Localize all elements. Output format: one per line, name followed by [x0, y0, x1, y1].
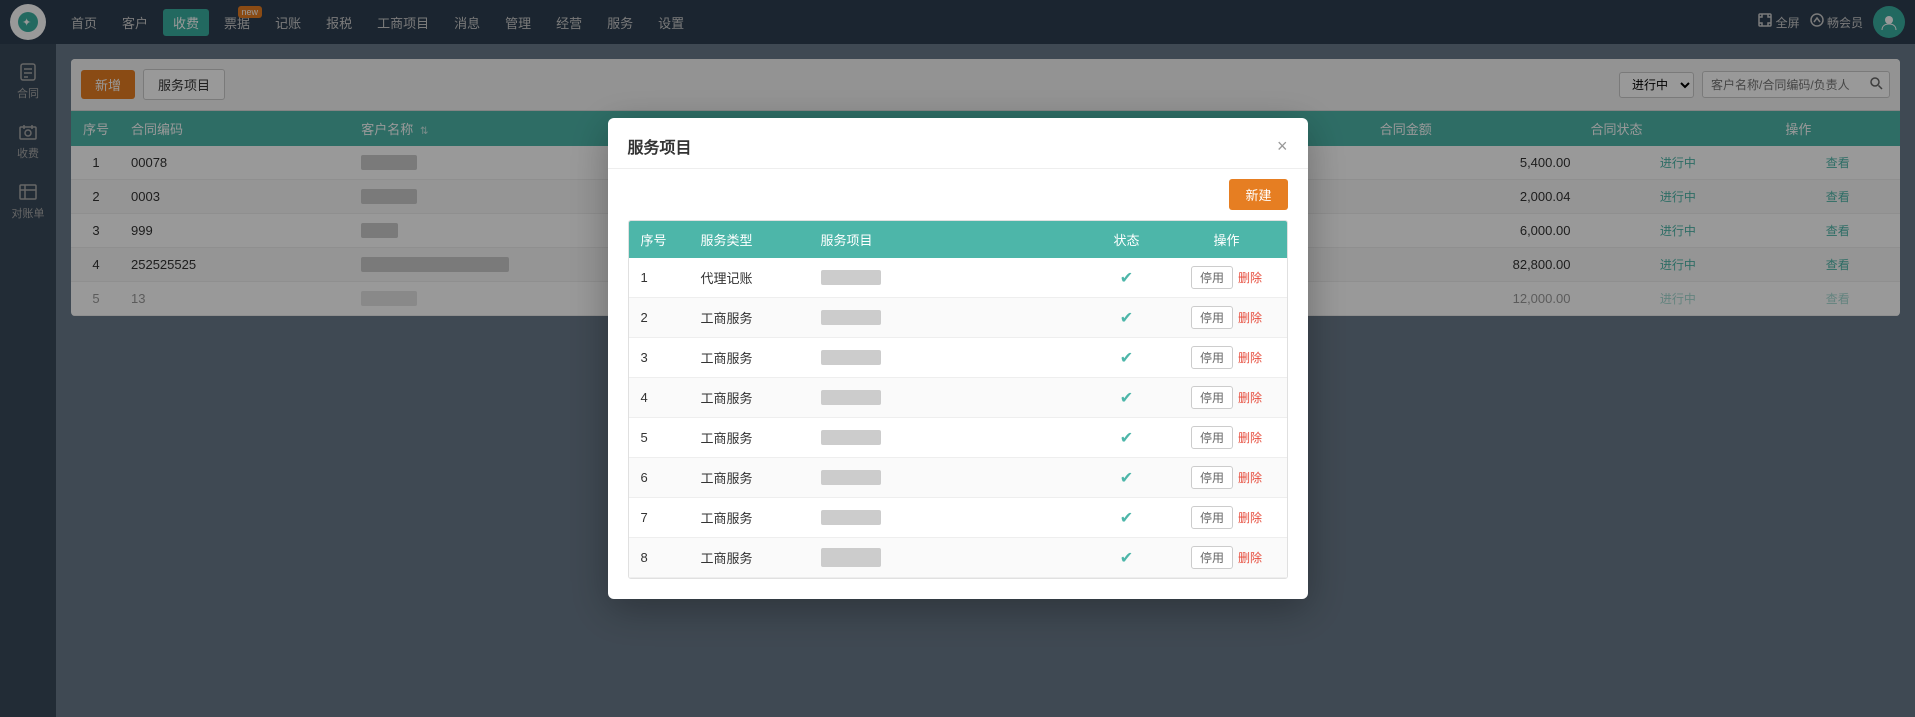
modal-table-row: 5 工商服务 ██ ✔ 停用删除: [629, 418, 1287, 458]
modal-cell-status: ✔: [1087, 298, 1167, 338]
modal-cell-status: ✔: [1087, 258, 1167, 298]
stop-button[interactable]: 停用: [1191, 266, 1233, 289]
delete-button[interactable]: 删除: [1238, 429, 1262, 446]
status-check-icon: ✔: [1120, 470, 1133, 487]
modal-cell-item: ██: [809, 418, 1087, 458]
modal-new-button[interactable]: 新建: [1229, 179, 1287, 210]
modal-cell-action: 停用删除: [1167, 298, 1287, 338]
modal-cell-status: ✔: [1087, 458, 1167, 498]
modal-cell-action: 停用删除: [1167, 538, 1287, 578]
status-check-icon: ✔: [1120, 350, 1133, 367]
modal-cell-action: 停用删除: [1167, 338, 1287, 378]
modal-cell-item: ██: [809, 378, 1087, 418]
modal-table-row: 8 工商服务 ██注册 ✔ 停用删除: [629, 538, 1287, 578]
delete-button[interactable]: 删除: [1238, 389, 1262, 406]
status-check-icon: ✔: [1120, 550, 1133, 567]
modal-cell-item: ███: [809, 298, 1087, 338]
modal-col-item: 服务项目: [809, 221, 1087, 258]
modal-cell-item: ██: [809, 498, 1087, 538]
stop-button[interactable]: 停用: [1191, 306, 1233, 329]
modal-overlay[interactable]: 服务项目 × 新建 序号 服务类型 服务项目 状态 操作: [0, 0, 1915, 717]
modal-table: 序号 服务类型 服务项目 状态 操作 1 代理记账 ██1 ✔ 停用删除 2 工…: [629, 221, 1287, 578]
modal-col-seq: 序号: [629, 221, 689, 258]
modal-cell-seq: 2: [629, 298, 689, 338]
modal-table-row: 7 工商服务 ██ ✔ 停用删除: [629, 498, 1287, 538]
modal-toolbar: 新建: [608, 169, 1308, 220]
modal-col-action: 操作: [1167, 221, 1287, 258]
modal-cell-type: 代理记账: [689, 258, 809, 298]
modal-cell-seq: 5: [629, 418, 689, 458]
modal-cell-action: 停用删除: [1167, 498, 1287, 538]
modal-cell-status: ✔: [1087, 498, 1167, 538]
modal-cell-seq: 1: [629, 258, 689, 298]
modal-cell-type: 工商服务: [689, 418, 809, 458]
delete-button[interactable]: 删除: [1238, 469, 1262, 486]
modal-cell-type: 工商服务: [689, 298, 809, 338]
status-check-icon: ✔: [1120, 390, 1133, 407]
stop-button[interactable]: 停用: [1191, 346, 1233, 369]
modal-cell-action: 停用删除: [1167, 258, 1287, 298]
modal-cell-item: ███: [809, 338, 1087, 378]
modal-cell-action: 停用删除: [1167, 458, 1287, 498]
modal-table-row: 3 工商服务 ███ ✔ 停用删除: [629, 338, 1287, 378]
modal-cell-status: ✔: [1087, 418, 1167, 458]
modal-cell-status: ✔: [1087, 338, 1167, 378]
modal-cell-seq: 8: [629, 538, 689, 578]
modal-cell-seq: 3: [629, 338, 689, 378]
delete-button[interactable]: 删除: [1238, 349, 1262, 366]
modal-title: 服务项目: [628, 134, 692, 158]
stop-button[interactable]: 停用: [1191, 506, 1233, 529]
modal-cell-seq: 4: [629, 378, 689, 418]
modal-cell-seq: 7: [629, 498, 689, 538]
modal-cell-type: 工商服务: [689, 338, 809, 378]
modal-table-wrap: 序号 服务类型 服务项目 状态 操作 1 代理记账 ██1 ✔ 停用删除 2 工…: [628, 220, 1288, 579]
modal-table-row: 4 工商服务 ██ ✔ 停用删除: [629, 378, 1287, 418]
delete-button[interactable]: 删除: [1238, 269, 1262, 286]
stop-button[interactable]: 停用: [1191, 386, 1233, 409]
stop-button[interactable]: 停用: [1191, 466, 1233, 489]
modal-table-row: 6 工商服务 ████ ✔ 停用删除: [629, 458, 1287, 498]
modal-cell-type: 工商服务: [689, 458, 809, 498]
modal-table-row: 1 代理记账 ██1 ✔ 停用删除: [629, 258, 1287, 298]
modal-cell-action: 停用删除: [1167, 418, 1287, 458]
modal-cell-item: ████: [809, 458, 1087, 498]
status-check-icon: ✔: [1120, 270, 1133, 287]
modal-cell-status: ✔: [1087, 538, 1167, 578]
delete-button[interactable]: 删除: [1238, 549, 1262, 566]
modal-col-status: 状态: [1087, 221, 1167, 258]
stop-button[interactable]: 停用: [1191, 426, 1233, 449]
modal-cell-type: 工商服务: [689, 498, 809, 538]
delete-button[interactable]: 删除: [1238, 309, 1262, 326]
modal-close-button[interactable]: ×: [1277, 137, 1288, 155]
modal-cell-item: ██1: [809, 258, 1087, 298]
status-check-icon: ✔: [1120, 310, 1133, 327]
service-items-modal: 服务项目 × 新建 序号 服务类型 服务项目 状态 操作: [608, 118, 1308, 599]
modal-cell-action: 停用删除: [1167, 378, 1287, 418]
status-check-icon: ✔: [1120, 430, 1133, 447]
modal-cell-seq: 6: [629, 458, 689, 498]
modal-body: 序号 服务类型 服务项目 状态 操作 1 代理记账 ██1 ✔ 停用删除 2 工…: [608, 220, 1308, 599]
stop-button[interactable]: 停用: [1191, 546, 1233, 569]
status-check-icon: ✔: [1120, 510, 1133, 527]
delete-button[interactable]: 删除: [1238, 509, 1262, 526]
modal-cell-type: 工商服务: [689, 378, 809, 418]
modal-header: 服务项目 ×: [608, 118, 1308, 169]
modal-table-row: 2 工商服务 ███ ✔ 停用删除: [629, 298, 1287, 338]
modal-cell-type: 工商服务: [689, 538, 809, 578]
modal-cell-status: ✔: [1087, 378, 1167, 418]
modal-col-type: 服务类型: [689, 221, 809, 258]
modal-cell-item: ██注册: [809, 538, 1087, 578]
